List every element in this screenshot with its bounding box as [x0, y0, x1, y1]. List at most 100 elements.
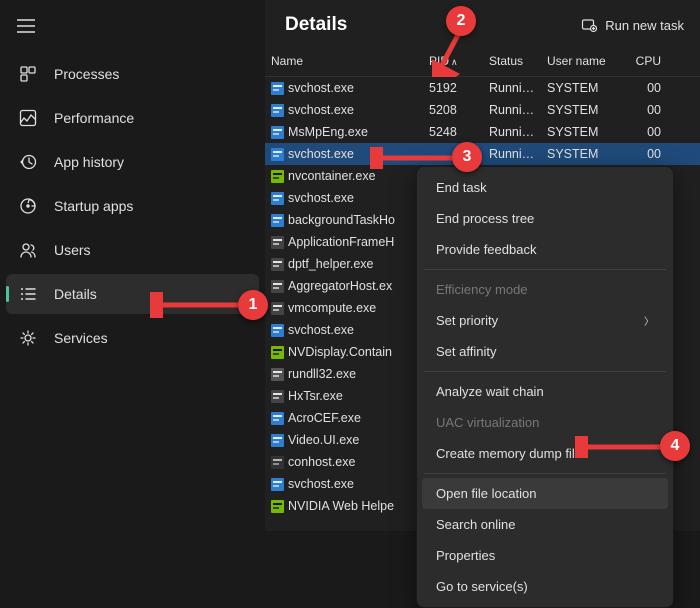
sidebar-item-label: Processes	[54, 66, 119, 82]
cell-user: SYSTEM	[541, 147, 627, 161]
process-name: svchost.exe	[288, 147, 354, 161]
process-name: svchost.exe	[288, 323, 354, 337]
performance-icon	[18, 108, 38, 128]
process-icon	[271, 500, 284, 513]
process-icon	[271, 192, 284, 205]
process-icon	[271, 434, 284, 447]
menu-end-process-tree[interactable]: End process tree	[422, 203, 668, 234]
menu-search-online[interactable]: Search online	[422, 509, 668, 540]
process-icon	[271, 104, 284, 117]
process-name: Video.UI.exe	[288, 433, 359, 447]
cell-name: dptf_helper.exe	[265, 257, 423, 271]
process-name: dptf_helper.exe	[288, 257, 374, 271]
page-title: Details	[285, 14, 347, 36]
run-task-icon	[581, 17, 597, 33]
cell-name: conhost.exe	[265, 455, 423, 469]
sidebar-item-details[interactable]: Details	[6, 274, 259, 314]
process-name: MsMpEng.exe	[288, 125, 368, 139]
cell-name: ApplicationFrameH	[265, 235, 423, 249]
menu-open-file-location[interactable]: Open file location	[422, 478, 668, 509]
column-header-cpu[interactable]: CPU	[627, 46, 667, 76]
cell-name: svchost.exe	[265, 191, 423, 205]
cell-name: svchost.exe	[265, 103, 423, 117]
process-name: nvcontainer.exe	[288, 169, 376, 183]
cell-name: svchost.exe	[265, 477, 423, 491]
table-row[interactable]: svchost.exe5208Runni…SYSTEM00	[265, 99, 700, 121]
column-header-name[interactable]: Name	[265, 46, 423, 76]
sort-arrow-icon: ∧	[451, 57, 458, 67]
cell-pid: 5248	[423, 125, 483, 139]
menu-uac-virtualization: UAC virtualization	[422, 407, 668, 438]
details-icon	[18, 284, 38, 304]
column-header-user[interactable]: User name	[541, 46, 627, 76]
menu-analyze-wait-chain[interactable]: Analyze wait chain	[422, 376, 668, 407]
menu-divider	[424, 473, 666, 474]
run-new-task-button[interactable]: Run new task	[581, 17, 684, 33]
column-header-status[interactable]: Status	[483, 46, 541, 76]
sidebar-item-processes[interactable]: Processes	[6, 54, 259, 94]
table-header: Name PID∧ Status User name CPU	[265, 46, 700, 77]
table-row[interactable]: svchost.exeRunni…SYSTEM00	[265, 143, 700, 165]
context-menu: End task End process tree Provide feedba…	[416, 166, 674, 608]
cell-cpu: 00	[627, 81, 667, 95]
process-icon	[271, 302, 284, 315]
cell-name: svchost.exe	[265, 81, 423, 95]
process-icon	[271, 170, 284, 183]
table-row[interactable]: MsMpEng.exe5248Runni…SYSTEM00	[265, 121, 700, 143]
hamburger-menu-button[interactable]	[6, 8, 46, 44]
process-name: rundll32.exe	[288, 367, 356, 381]
sidebar-item-app-history[interactable]: App history	[6, 142, 259, 182]
column-header-pid[interactable]: PID∧	[423, 46, 483, 76]
cell-name: NVDisplay.Contain	[265, 345, 423, 359]
annotation-marker-3: 3	[452, 142, 482, 172]
process-icon	[271, 236, 284, 249]
menu-create-memory-dump[interactable]: Create memory dump file	[422, 438, 668, 469]
process-icon	[271, 258, 284, 271]
cell-name: AcroCEF.exe	[265, 411, 423, 425]
processes-icon	[18, 64, 38, 84]
sidebar-item-services[interactable]: Services	[6, 318, 259, 358]
menu-divider	[424, 269, 666, 270]
process-name: backgroundTaskHo	[288, 213, 395, 227]
history-icon	[18, 152, 38, 172]
menu-divider	[424, 371, 666, 372]
process-icon	[271, 368, 284, 381]
services-icon	[18, 328, 38, 348]
annotation-marker-1: 1	[238, 290, 268, 320]
process-icon	[271, 82, 284, 95]
process-icon	[271, 324, 284, 337]
process-name: svchost.exe	[288, 81, 354, 95]
sidebar-item-startup-apps[interactable]: Startup apps	[6, 186, 259, 226]
process-name: svchost.exe	[288, 191, 354, 205]
menu-properties[interactable]: Properties	[422, 540, 668, 571]
process-name: vmcompute.exe	[288, 301, 376, 315]
sidebar-item-label: Startup apps	[54, 198, 133, 214]
cell-user: SYSTEM	[541, 125, 627, 139]
sidebar-item-users[interactable]: Users	[6, 230, 259, 270]
process-name: AggregatorHost.ex	[288, 279, 392, 293]
cell-name: svchost.exe	[265, 147, 423, 161]
startup-icon	[18, 196, 38, 216]
menu-set-affinity[interactable]: Set affinity	[422, 336, 668, 367]
menu-provide-feedback[interactable]: Provide feedback	[422, 234, 668, 265]
cell-cpu: 00	[627, 147, 667, 161]
process-icon	[271, 478, 284, 491]
cell-user: SYSTEM	[541, 103, 627, 117]
cell-status: Runni…	[483, 103, 541, 117]
cell-cpu: 00	[627, 103, 667, 117]
menu-go-to-services[interactable]: Go to service(s)	[422, 571, 668, 602]
table-row[interactable]: svchost.exe5192Runni…SYSTEM00	[265, 77, 700, 99]
process-icon	[271, 390, 284, 403]
menu-set-priority[interactable]: Set priority〉	[422, 305, 668, 336]
cell-name: backgroundTaskHo	[265, 213, 423, 227]
process-icon	[271, 126, 284, 139]
run-task-label: Run new task	[605, 18, 684, 33]
cell-name: svchost.exe	[265, 323, 423, 337]
process-name: conhost.exe	[288, 455, 355, 469]
sidebar-item-performance[interactable]: Performance	[6, 98, 259, 138]
menu-end-task[interactable]: End task	[422, 172, 668, 203]
process-icon	[271, 412, 284, 425]
cell-status: Runni…	[483, 125, 541, 139]
process-name: HxTsr.exe	[288, 389, 343, 403]
cell-name: nvcontainer.exe	[265, 169, 423, 183]
